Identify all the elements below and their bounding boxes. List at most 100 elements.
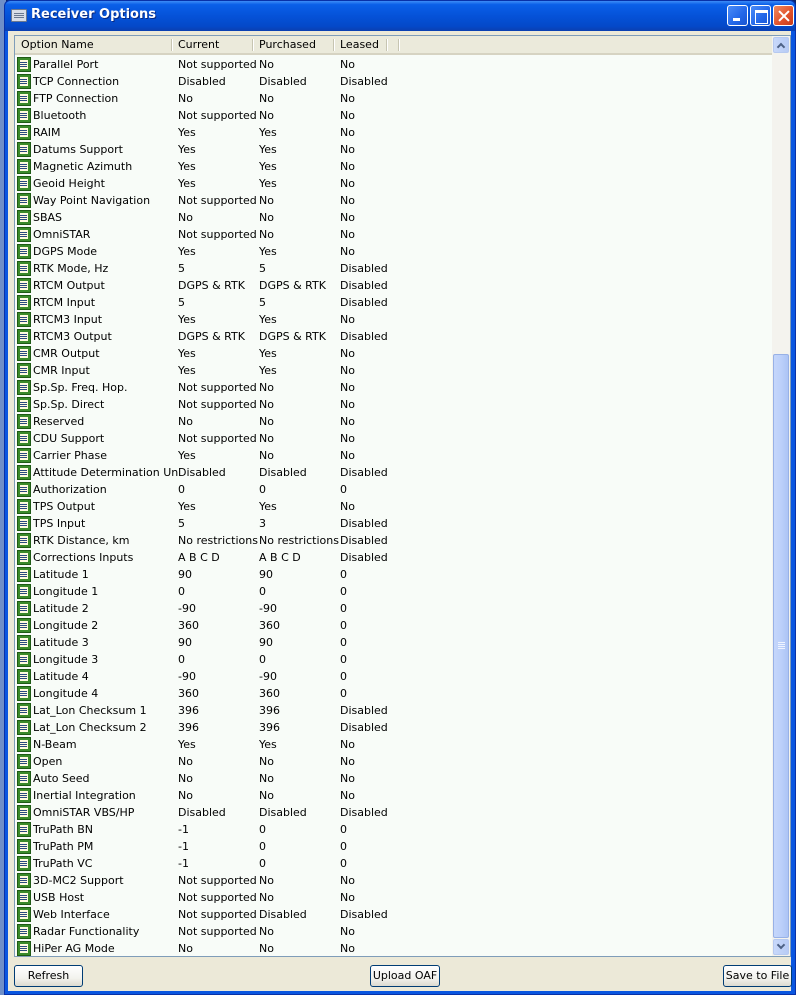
column-header-option-name[interactable]: Option Name xyxy=(15,36,172,53)
option-name-cell: Longitude 3 xyxy=(33,653,99,666)
table-row[interactable]: Sp.Sp. Direct Not supported No No xyxy=(15,396,772,413)
column-header-current[interactable]: Current xyxy=(172,36,253,53)
table-row[interactable]: USB Host Not supported No No xyxy=(15,889,772,906)
table-row[interactable]: Reserved No No No xyxy=(15,413,772,430)
options-list-icon xyxy=(17,363,31,378)
table-row[interactable]: Auto Seed No No No xyxy=(15,770,772,787)
table-row[interactable]: 3D-MC2 Support Not supported No No xyxy=(15,872,772,889)
purchased-value-cell: No xyxy=(259,925,274,938)
table-row[interactable]: Carrier Phase Yes No No xyxy=(15,447,772,464)
table-row[interactable]: CMR Output Yes Yes No xyxy=(15,345,772,362)
table-row[interactable]: Radar Functionality Not supported No No xyxy=(15,923,772,940)
refresh-button[interactable]: Refresh xyxy=(14,965,83,987)
purchased-value-cell: Yes xyxy=(259,160,277,173)
purchased-value-cell: 396 xyxy=(259,704,280,717)
table-row[interactable]: Lat_Lon Checksum 1 396 396 Disabled xyxy=(15,702,772,719)
option-name-cell: RTK Distance, km xyxy=(33,534,130,547)
current-value-cell: No xyxy=(178,755,193,768)
purchased-value-cell: Yes xyxy=(259,313,277,326)
option-name-cell: Lat_Lon Checksum 1 xyxy=(33,704,147,717)
table-row[interactable]: TruPath BN -1 0 0 xyxy=(15,821,772,838)
table-row[interactable]: Inertial Integration No No No xyxy=(15,787,772,804)
leased-value-cell: No xyxy=(340,364,355,377)
table-row[interactable]: SBAS No No No xyxy=(15,209,772,226)
table-row[interactable]: CMR Input Yes Yes No xyxy=(15,362,772,379)
table-row[interactable]: OmniSTAR VBS/HP Disabled Disabled Disabled xyxy=(15,804,772,821)
table-row[interactable]: HiPer AG Mode No No No xyxy=(15,940,772,956)
table-row[interactable]: Bluetooth Not supported No No xyxy=(15,107,772,124)
purchased-value-cell: Yes xyxy=(259,347,277,360)
table-row[interactable]: Authorization 0 0 0 xyxy=(15,481,772,498)
table-row[interactable]: Longitude 1 0 0 0 xyxy=(15,583,772,600)
table-row[interactable]: FTP Connection No No No xyxy=(15,90,772,107)
table-row[interactable]: RTK Mode, Hz 5 5 Disabled xyxy=(15,260,772,277)
table-row[interactable]: CDU Support Not supported No No xyxy=(15,430,772,447)
table-row[interactable]: RTCM Output DGPS & RTK DGPS & RTK Disabled xyxy=(15,277,772,294)
table-row[interactable]: Latitude 2 -90 -90 0 xyxy=(15,600,772,617)
options-list-icon xyxy=(17,380,31,395)
current-value-cell: 0 xyxy=(178,483,185,496)
table-row[interactable]: Latitude 1 90 90 0 xyxy=(15,566,772,583)
column-header-leased[interactable]: Leased xyxy=(334,36,387,53)
table-row[interactable]: Web Interface Not supported Disabled Disabl… xyxy=(15,906,772,923)
table-row[interactable]: Latitude 4 -90 -90 0 xyxy=(15,668,772,685)
table-row[interactable]: Attitude Determination Unit Disabled Disab… xyxy=(15,464,772,481)
table-row[interactable]: Longitude 4 360 360 0 xyxy=(15,685,772,702)
table-row[interactable]: N-Beam Yes Yes No xyxy=(15,736,772,753)
scroll-up-button[interactable] xyxy=(773,37,789,53)
table-row[interactable]: Latitude 3 90 90 0 xyxy=(15,634,772,651)
options-list-icon xyxy=(17,91,31,106)
current-value-cell: -1 xyxy=(178,823,189,836)
leased-value-cell: 0 xyxy=(340,483,347,496)
table-row[interactable]: TPS Input 5 3 Disabled xyxy=(15,515,772,532)
table-row[interactable]: Geoid Height Yes Yes No xyxy=(15,175,772,192)
table-row[interactable]: RAIM Yes Yes No xyxy=(15,124,772,141)
scroll-down-button[interactable] xyxy=(773,939,789,955)
maximize-button[interactable] xyxy=(750,5,771,26)
table-row[interactable]: Way Point Navigation Not supported No No xyxy=(15,192,772,209)
table-row[interactable]: Longitude 2 360 360 0 xyxy=(15,617,772,634)
table-row[interactable]: Datums Support Yes Yes No xyxy=(15,141,772,158)
table-row[interactable]: Lat_Lon Checksum 2 396 396 Disabled xyxy=(15,719,772,736)
purchased-value-cell: Yes xyxy=(259,143,277,156)
save-to-file-button[interactable]: Save to File xyxy=(723,965,792,987)
table-row[interactable]: RTK Distance, km No restrictions No restri… xyxy=(15,532,772,549)
option-name-cell: RTCM3 Input xyxy=(33,313,103,326)
close-button[interactable] xyxy=(773,5,794,26)
column-header-purchased[interactable]: Purchased xyxy=(253,36,334,53)
purchased-value-cell: 0 xyxy=(259,585,266,598)
purchased-value-cell: No xyxy=(259,755,274,768)
option-name-cell: HiPer AG Mode xyxy=(33,942,115,955)
leased-value-cell: No xyxy=(340,126,355,139)
purchased-value-cell: No xyxy=(259,381,274,394)
option-name-cell: TCP Connection xyxy=(33,75,120,88)
options-list-icon xyxy=(17,414,31,429)
leased-value-cell: Disabled xyxy=(340,330,388,343)
table-row[interactable]: Longitude 3 0 0 0 xyxy=(15,651,772,668)
table-row[interactable]: TPS Output Yes Yes No xyxy=(15,498,772,515)
table-row[interactable]: Parallel Port Not supported No No xyxy=(15,56,772,73)
table-row[interactable]: Corrections Inputs A B C D A B C D Disabled xyxy=(15,549,772,566)
table-row[interactable]: OmniSTAR Not supported No No xyxy=(15,226,772,243)
table-row[interactable]: Sp.Sp. Freq. Hop. Not supported No No xyxy=(15,379,772,396)
table-row[interactable]: TruPath VC -1 0 0 xyxy=(15,855,772,872)
upload-oaf-button[interactable]: Upload OAF xyxy=(370,965,440,987)
current-value-cell: Not supported xyxy=(178,432,257,445)
minimize-button[interactable] xyxy=(727,5,748,26)
table-row[interactable]: RTCM3 Output DGPS & RTK DGPS & RTK Disabled xyxy=(15,328,772,345)
options-list-icon xyxy=(17,924,31,939)
table-row[interactable]: Magnetic Azimuth Yes Yes No xyxy=(15,158,772,175)
purchased-value-cell: No xyxy=(259,449,274,462)
options-list-view[interactable]: Option Name Current Purchased Leased Par… xyxy=(14,35,791,957)
vertical-scrollbar[interactable] xyxy=(772,36,790,956)
table-row[interactable]: RTCM Input 5 5 Disabled xyxy=(15,294,772,311)
current-value-cell: Yes xyxy=(178,313,196,326)
title-bar[interactable]: Receiver Options xyxy=(5,1,795,31)
table-row[interactable]: TCP Connection Disabled Disabled Disabled xyxy=(15,73,772,90)
leased-value-cell: Disabled xyxy=(340,279,388,292)
scrollbar-thumb[interactable] xyxy=(773,354,789,938)
table-row[interactable]: TruPath PM -1 0 0 xyxy=(15,838,772,855)
table-row[interactable]: RTCM3 Input Yes Yes No xyxy=(15,311,772,328)
table-row[interactable]: Open No No No xyxy=(15,753,772,770)
table-row[interactable]: DGPS Mode Yes Yes No xyxy=(15,243,772,260)
